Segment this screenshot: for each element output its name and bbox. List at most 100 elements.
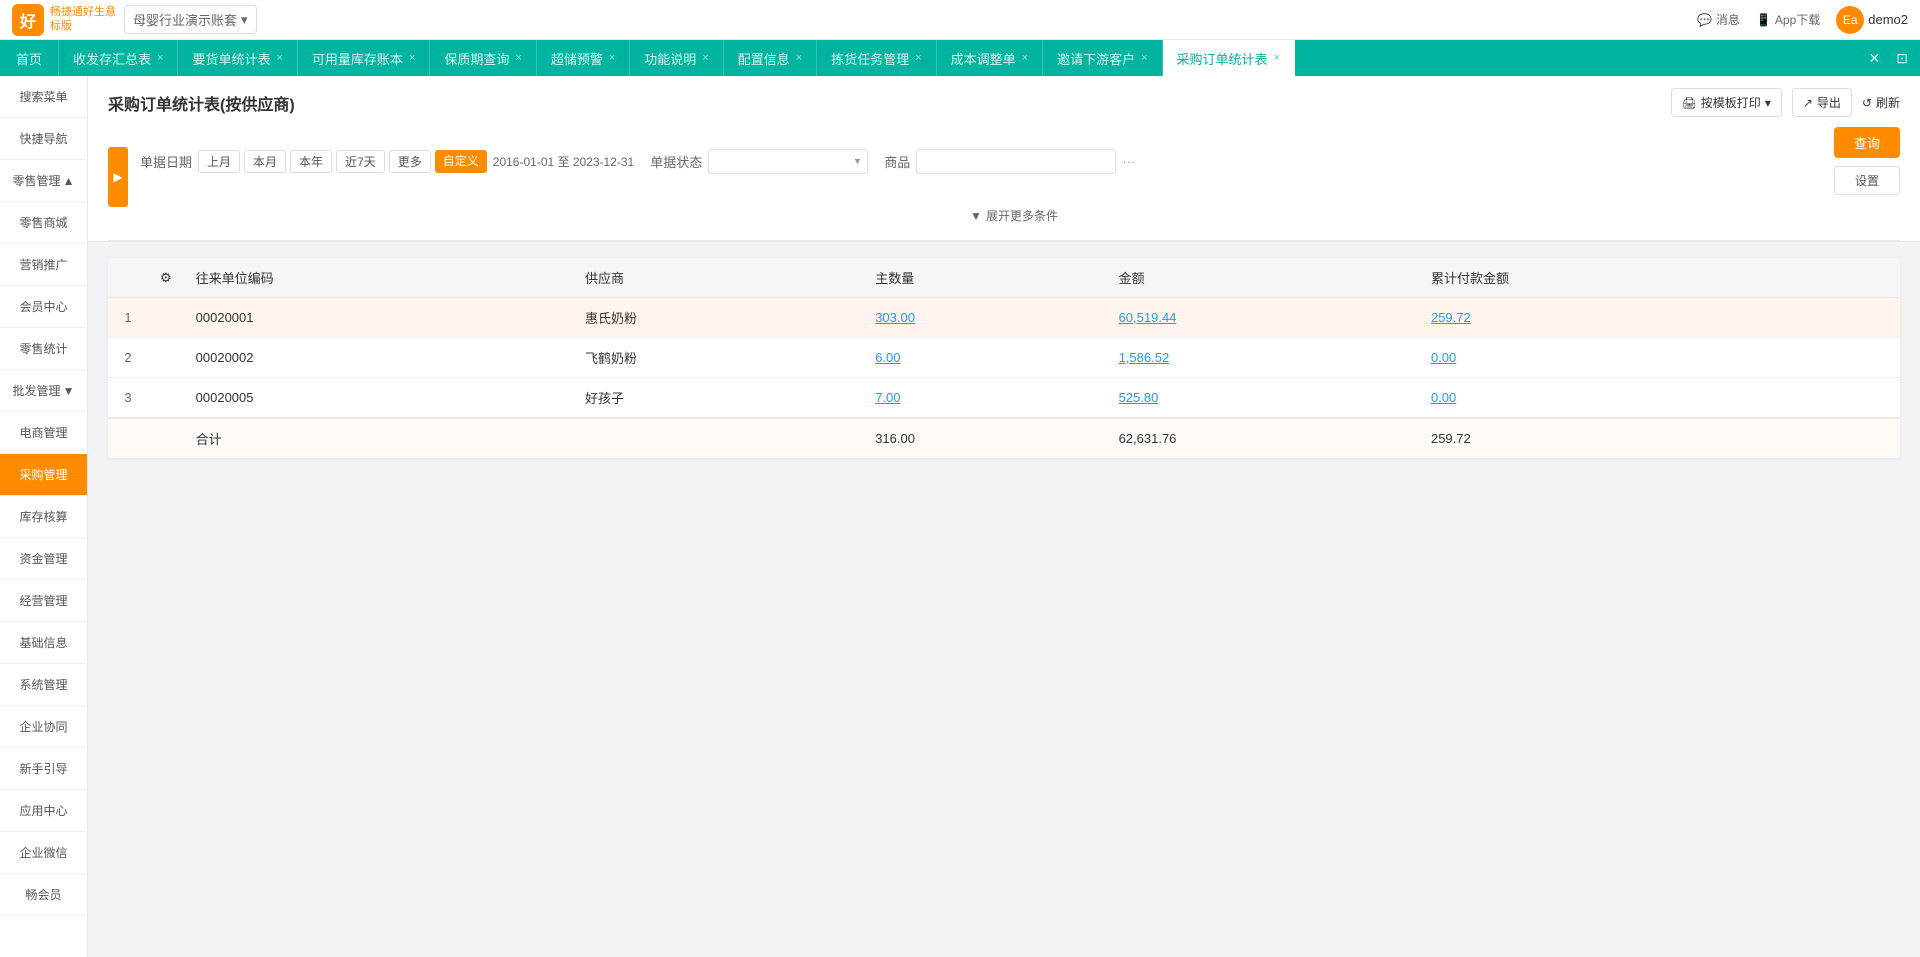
tab-cost-adjust[interactable]: 成本调整单 ×	[937, 40, 1043, 76]
row-unit-code: 00020002	[184, 338, 573, 378]
filter-outer: ▶ 单据日期 上月 本月 本年 近7天 更多	[108, 127, 1900, 230]
tab-expiry-query[interactable]: 保质期查询 ×	[430, 40, 536, 76]
status-filter: 单据状态	[650, 149, 868, 174]
tab-invite-downstream[interactable]: 邀请下游客户 ×	[1043, 40, 1162, 76]
col-header-unit-code: 往来单位编码	[184, 258, 573, 298]
sidebar-item-retail-shop[interactable]: 零售商城	[0, 202, 87, 244]
close-icon[interactable]: ×	[915, 52, 921, 64]
footer-main-qty: 316.00	[863, 418, 1106, 458]
footer-empty1	[108, 418, 148, 458]
row-gear	[148, 378, 184, 419]
sidebar-item-operations[interactable]: 经营管理	[0, 580, 87, 622]
sidebar-item-marketing[interactable]: 营销推广	[0, 244, 87, 286]
close-icon[interactable]: ×	[1022, 52, 1028, 64]
user-profile[interactable]: Ea demo2	[1836, 6, 1908, 34]
col-header-paid-amount: 累计付款金额	[1419, 258, 1808, 298]
tab-home[interactable]: 首页	[0, 40, 59, 76]
tab-receive-send[interactable]: 收发存汇总表 ×	[59, 40, 178, 76]
close-icon[interactable]: ×	[515, 52, 521, 64]
row-amount: 60,519.44	[1107, 298, 1419, 338]
expand-row: ▼ 展开更多条件	[128, 201, 1900, 230]
table-row: 1 00020001 惠氏奶粉 303.00 60,519.44 259.72	[108, 298, 1900, 338]
tab-config-info[interactable]: 配置信息 ×	[724, 40, 817, 76]
sidebar-item-purchase[interactable]: 采购管理	[0, 454, 87, 496]
close-icon[interactable]: ×	[157, 52, 163, 64]
tab-overstock-warning[interactable]: 超储预警 ×	[537, 40, 630, 76]
footer-empty4	[1808, 418, 1900, 458]
table-row: 2 00020002 飞鹤奶粉 6.00 1,586.52 0.00	[108, 338, 1900, 378]
row-supplier: 好孩子	[573, 378, 863, 419]
chevron-icon: ▲	[63, 174, 75, 188]
close-icon[interactable]: ×	[609, 52, 615, 64]
sidebar-item-search[interactable]: 搜索菜单	[0, 76, 87, 118]
col-header-gear[interactable]: ⚙	[148, 258, 184, 298]
tab-usable-stock[interactable]: 可用量库存账本 ×	[298, 40, 430, 76]
row-supplier: 惠氏奶粉	[573, 298, 863, 338]
app-download-button[interactable]: 📱 App下载	[1756, 11, 1820, 28]
sidebar-item-members[interactable]: 会员中心	[0, 286, 87, 328]
footer-empty2	[148, 418, 184, 458]
date-btn-7days[interactable]: 近7天	[336, 150, 385, 173]
sidebar-item-basic-info[interactable]: 基础信息	[0, 622, 87, 664]
row-index: 1	[108, 298, 148, 338]
user-name: demo2	[1868, 12, 1908, 27]
refresh-button[interactable]: ↺ 刷新	[1862, 94, 1900, 111]
footer-label: 合计	[184, 418, 573, 458]
row-supplier: 飞鹤奶粉	[573, 338, 863, 378]
close-tab-btn[interactable]: ✕	[1865, 46, 1885, 71]
more-options-icon[interactable]: ···	[1122, 154, 1135, 169]
settings-button[interactable]: 设置	[1834, 166, 1900, 195]
query-actions: 查询 设置	[1834, 127, 1900, 195]
query-button[interactable]: 查询	[1834, 127, 1900, 158]
sidebar-item-new-guide[interactable]: 新手引导	[0, 748, 87, 790]
page-title-row: 采购订单统计表(按供应商) 🖨 按模板打印 ▾ ↗ 导出 ↺ 刷新	[108, 88, 1900, 117]
maximize-tab-btn[interactable]: ⊡	[1892, 46, 1912, 71]
tab-goods-summary[interactable]: 要货单统计表 ×	[178, 40, 297, 76]
workspace-selector[interactable]: 母婴行业演示账套 ▾	[124, 5, 257, 34]
date-btn-this-year[interactable]: 本年	[290, 150, 332, 173]
sidebar-item-member-card[interactable]: 畅会员	[0, 874, 87, 916]
sidebar-item-inventory[interactable]: 库存核算	[0, 496, 87, 538]
sidebar-item-finance[interactable]: 资金管理	[0, 538, 87, 580]
expand-icon: ▼	[970, 209, 982, 223]
sidebar-item-retail[interactable]: 零售管理 ▲	[0, 160, 87, 202]
sidebar-item-corp-wechat[interactable]: 企业微信	[0, 832, 87, 874]
footer-empty3	[573, 418, 863, 458]
close-icon[interactable]: ×	[409, 52, 415, 64]
date-btn-more[interactable]: 更多	[389, 150, 431, 173]
tab-pick-task[interactable]: 拣货任务管理 ×	[817, 40, 936, 76]
tab-purchase-summary[interactable]: 采购订单统计表 ×	[1163, 40, 1295, 76]
export-icon: ↗	[1803, 96, 1813, 110]
sidebar-item-retail-stats[interactable]: 零售统计	[0, 328, 87, 370]
row-paid-amount: 0.00	[1419, 338, 1808, 378]
sidebar-item-app-center[interactable]: 应用中心	[0, 790, 87, 832]
sidebar-item-corp-collab[interactable]: 企业协同	[0, 706, 87, 748]
sidebar-item-wholesale[interactable]: 批发管理 ▼	[0, 370, 87, 412]
sidebar-item-system[interactable]: 系统管理	[0, 664, 87, 706]
expand-conditions-button[interactable]: ▼ 展开更多条件	[970, 207, 1058, 224]
row-unit-code: 00020001	[184, 298, 573, 338]
sidebar-item-quick-nav[interactable]: 快捷导航	[0, 118, 87, 160]
date-btn-this-month[interactable]: 本月	[244, 150, 286, 173]
message-button[interactable]: 💬 消息	[1697, 11, 1740, 28]
footer-amount: 62,631.76	[1107, 418, 1419, 458]
close-icon[interactable]: ×	[1274, 52, 1280, 64]
close-icon[interactable]: ×	[1141, 52, 1147, 64]
date-btn-last-month[interactable]: 上月	[198, 150, 240, 173]
goods-input[interactable]	[916, 149, 1116, 174]
tab-func-desc[interactable]: 功能说明 ×	[630, 40, 723, 76]
sidebar-item-ecommerce[interactable]: 电商管理	[0, 412, 87, 454]
close-icon[interactable]: ×	[276, 52, 282, 64]
template-print-button[interactable]: 🖨 按模板打印 ▾	[1671, 88, 1782, 117]
export-button[interactable]: ↗ 导出	[1792, 88, 1852, 117]
col-header-main-qty: 主数量	[863, 258, 1106, 298]
close-icon[interactable]: ×	[796, 52, 802, 64]
close-icon[interactable]: ×	[702, 52, 708, 64]
chevron-icon: ▼	[63, 384, 75, 398]
collapse-arrow-button[interactable]: ▶	[108, 147, 128, 207]
top-bar: 好 畅捷通好生意 标版 母婴行业演示账套 ▾ 💬 消息 📱 App下载 Ea d…	[0, 0, 1920, 40]
status-select[interactable]	[708, 149, 868, 174]
filter-row-1: 单据日期 上月 本月 本年 近7天 更多 自定义 2016-01-01 至 20…	[140, 127, 1900, 195]
filter-area: ▶ 单据日期 上月 本月 本年 近7天 更多	[108, 127, 1900, 241]
print-icon: 🖨	[1682, 96, 1697, 110]
